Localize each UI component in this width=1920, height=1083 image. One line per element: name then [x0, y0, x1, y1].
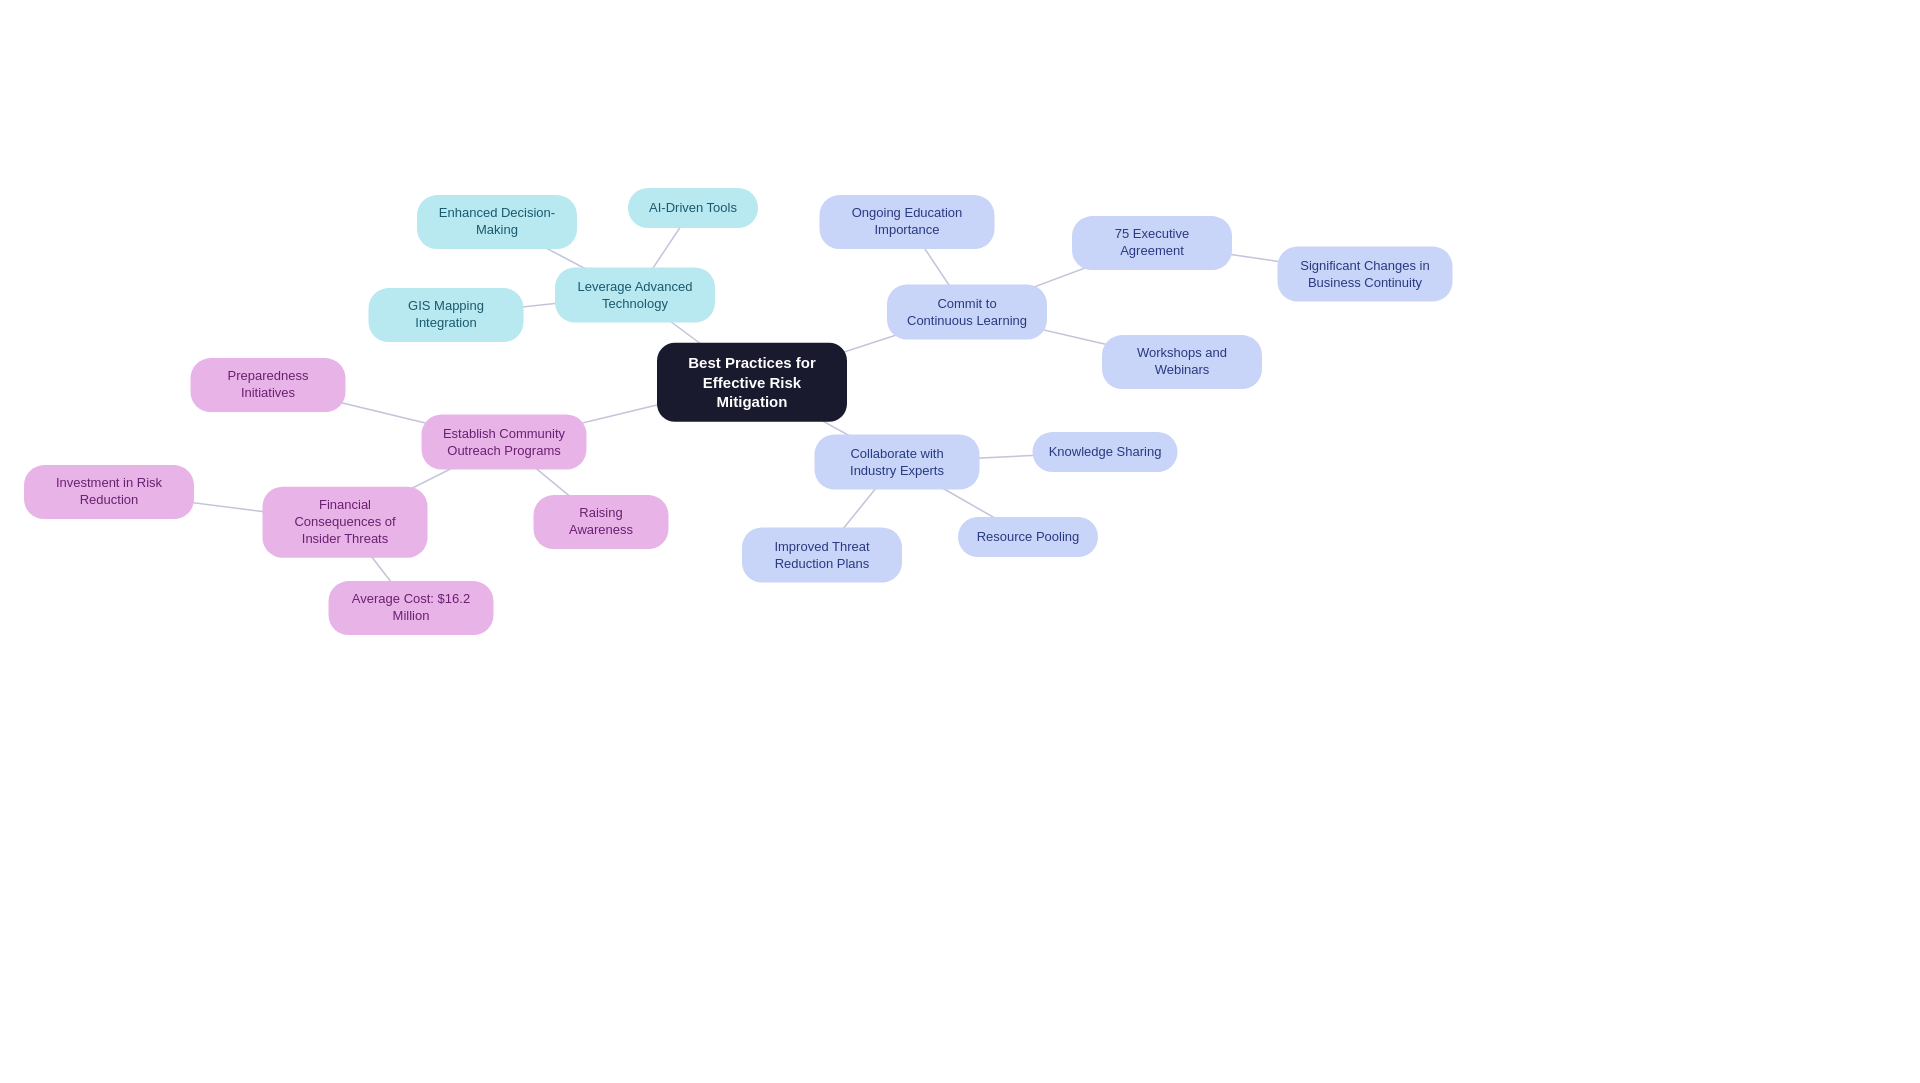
node-gis-mapping[interactable]: GIS Mapping Integration: [369, 288, 524, 342]
node-investment-risk[interactable]: Investment in Risk Reduction: [24, 465, 194, 519]
node-improved-threat[interactable]: Improved Threat Reduction Plans: [742, 528, 902, 583]
node-resource-pooling[interactable]: Resource Pooling: [958, 517, 1098, 557]
node-ai-tools[interactable]: AI-Driven Tools: [628, 188, 758, 228]
node-knowledge-sharing[interactable]: Knowledge Sharing: [1033, 432, 1178, 472]
node-leverage-tech[interactable]: Leverage Advanced Technology: [555, 268, 715, 323]
node-collaborate-experts[interactable]: Collaborate with Industry Experts: [815, 435, 980, 490]
node-average-cost[interactable]: Average Cost: $16.2 Million: [329, 581, 494, 635]
node-financial-consequences[interactable]: Financial Consequences of Insider Threat…: [263, 487, 428, 558]
node-ongoing-education[interactable]: Ongoing Education Importance: [820, 195, 995, 249]
node-75-executive[interactable]: 75 Executive Agreement: [1072, 216, 1232, 270]
mindmap-container: Best Practices for Effective Risk Mitiga…: [0, 0, 1920, 1083]
node-workshops[interactable]: Workshops and Webinars: [1102, 335, 1262, 389]
node-preparedness[interactable]: Preparedness Initiatives: [191, 358, 346, 412]
node-commit-learning[interactable]: Commit to Continuous Learning: [887, 285, 1047, 340]
node-significant-changes[interactable]: Significant Changes in Business Continui…: [1278, 247, 1453, 302]
node-establish-community[interactable]: Establish Community Outreach Programs: [422, 415, 587, 470]
node-center[interactable]: Best Practices for Effective Risk Mitiga…: [657, 343, 847, 422]
node-enhanced-decision[interactable]: Enhanced Decision-Making: [417, 195, 577, 249]
node-raising-awareness[interactable]: Raising Awareness: [534, 495, 669, 549]
